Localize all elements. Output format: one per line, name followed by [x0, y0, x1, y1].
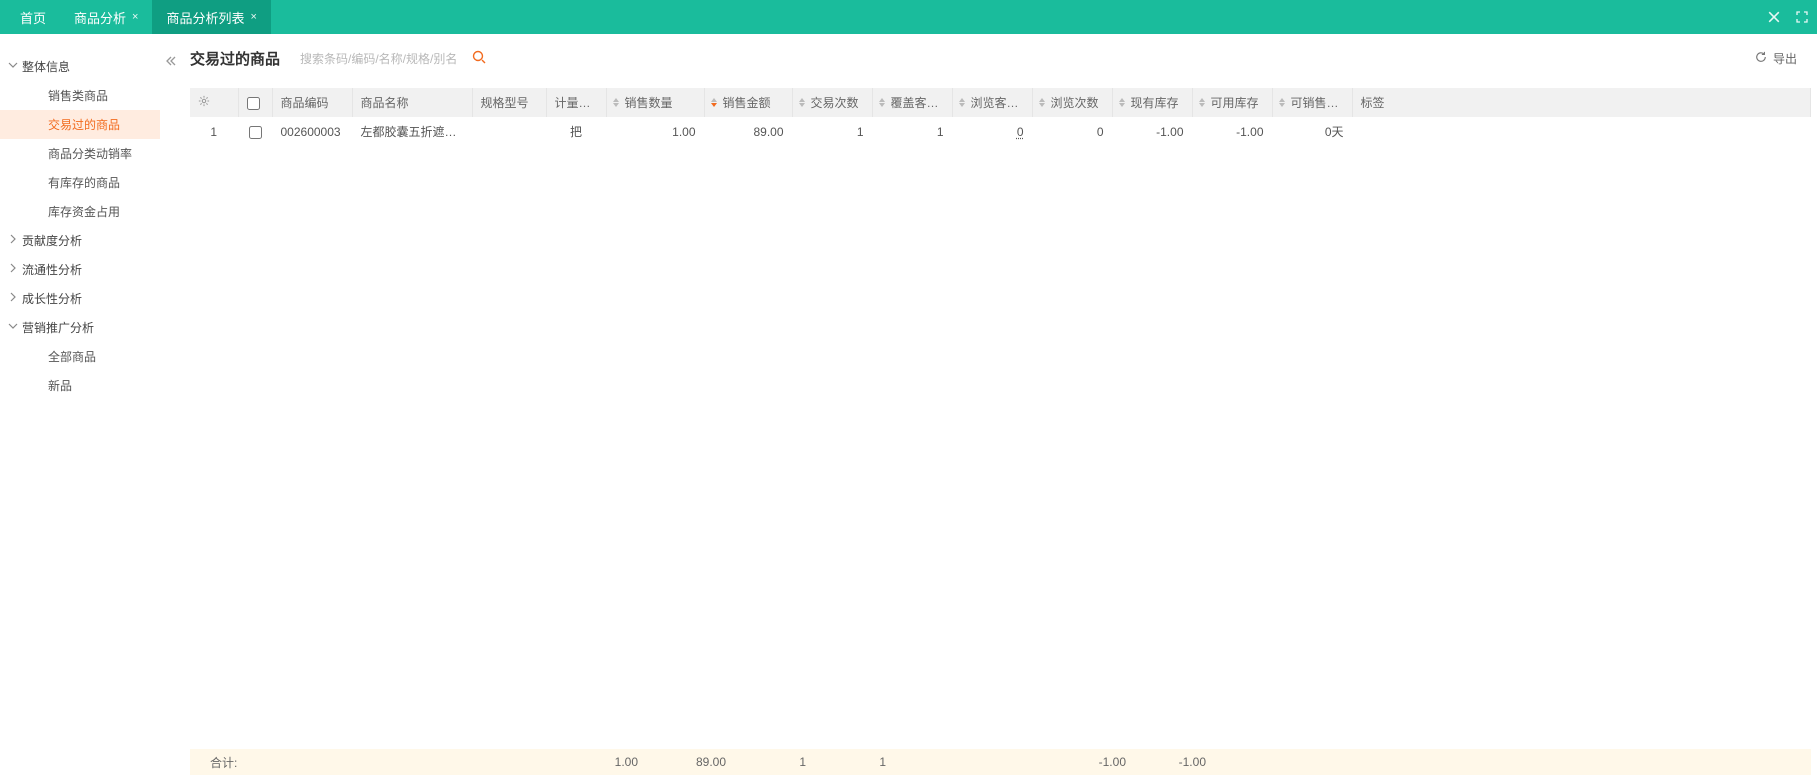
sidebar-item-sales-products[interactable]: 销售类商品 [0, 81, 160, 110]
cell-unit: 把 [546, 117, 606, 146]
cell-checkbox [238, 117, 272, 146]
tab-product-analysis-list[interactable]: 商品分析列表 × [152, 0, 270, 34]
cell-spec [472, 117, 546, 146]
cell-name: 左都胶囊五折遮阳伞防晒伞; [352, 117, 472, 146]
chevron-right-icon [8, 291, 18, 301]
cell-tags [1352, 117, 1811, 146]
totals-stock: -1.00 [1054, 755, 1134, 769]
totals-qty: 1.00 [548, 755, 646, 769]
col-stock[interactable]: 现有库存 [1112, 88, 1192, 117]
col-code[interactable]: 商品编码 [272, 88, 352, 117]
main-panel: 交易过的商品 导出 [160, 34, 1817, 781]
cell-views: 0 [1032, 117, 1112, 146]
sidebar-item-stock-funds[interactable]: 库存资金占用 [0, 197, 160, 226]
tab-product-analysis-label: 商品分析 [74, 8, 126, 27]
row-checkbox[interactable] [249, 126, 262, 139]
sidebar-group-growth-label: 成长性分析 [22, 290, 82, 307]
sidebar-item-new-products[interactable]: 新品 [0, 371, 160, 400]
select-all-checkbox[interactable] [247, 97, 260, 110]
totals-avail-stock: -1.00 [1134, 755, 1214, 769]
totals-amount: 89.00 [646, 755, 734, 769]
col-view-customers[interactable]: 浏览客户数 [952, 88, 1032, 117]
search-input[interactable] [298, 49, 468, 69]
sidebar-item-all-products[interactable]: 全部商品 [0, 342, 160, 371]
refresh-icon [1755, 51, 1767, 66]
sidebar: 整体信息 销售类商品 交易过的商品 商品分类动销率 有库存的商品 库存资金占用 … [0, 34, 160, 781]
close-icon[interactable]: × [132, 11, 138, 23]
sidebar-item-category-rate[interactable]: 商品分类动销率 [0, 139, 160, 168]
top-tab-bar: 首页 商品分析 × 商品分析列表 × [0, 0, 1817, 34]
chevron-right-icon [8, 262, 18, 272]
tab-home[interactable]: 首页 [6, 0, 60, 34]
chevron-right-icon [8, 233, 18, 243]
data-table: 商品编码 商品名称 规格型号 计量单位 销售数量 销售金额 交易次数 覆盖客户数… [190, 88, 1811, 146]
gear-icon [198, 96, 210, 110]
col-tags[interactable]: 标签 [1352, 88, 1811, 117]
col-settings[interactable] [190, 88, 238, 117]
cell-index: 1 [190, 117, 238, 146]
cell-code: 002600003 [272, 117, 352, 146]
sidebar-group-overall-label: 整体信息 [22, 58, 70, 75]
sidebar-group-growth[interactable]: 成长性分析 [0, 284, 160, 313]
col-spec[interactable]: 规格型号 [472, 88, 546, 117]
totals-trades: 1 [734, 755, 814, 769]
tab-home-label: 首页 [20, 8, 46, 27]
chevron-down-icon [8, 59, 18, 69]
cell-qty: 1.00 [606, 117, 704, 146]
col-checkbox[interactable] [238, 88, 272, 117]
sidebar-group-liquidity[interactable]: 流通性分析 [0, 255, 160, 284]
page-title: 交易过的商品 [190, 48, 280, 69]
sidebar-item-traded-products[interactable]: 交易过的商品 [0, 110, 160, 139]
col-amount[interactable]: 销售金额 [704, 88, 792, 117]
cell-amount: 89.00 [704, 117, 792, 146]
col-trades[interactable]: 交易次数 [792, 88, 872, 117]
search-icon[interactable] [472, 50, 486, 67]
cell-trades: 1 [792, 117, 872, 146]
totals-row: 合计: 1.00 89.00 1 1 -1.00 -1.00 [190, 749, 1811, 775]
sidebar-group-overall[interactable]: 整体信息 [0, 52, 160, 81]
sidebar-group-contribution[interactable]: 贡献度分析 [0, 226, 160, 255]
table-header: 商品编码 商品名称 规格型号 计量单位 销售数量 销售金额 交易次数 覆盖客户数… [190, 88, 1811, 117]
sidebar-group-marketing-label: 营销推广分析 [22, 319, 94, 336]
col-sellable-days[interactable]: 可销售天数 [1272, 88, 1352, 117]
col-avail-stock[interactable]: 可用库存 [1192, 88, 1272, 117]
export-button[interactable]: 导出 [1755, 50, 1797, 67]
sidebar-group-marketing[interactable]: 营销推广分析 [0, 313, 160, 342]
page-header: 交易过的商品 导出 [160, 34, 1817, 79]
cell-customers: 1 [872, 117, 952, 146]
col-qty[interactable]: 销售数量 [606, 88, 704, 117]
col-unit[interactable]: 计量单位 [546, 88, 606, 117]
cell-avail-stock: -1.00 [1192, 117, 1272, 146]
cell-view-customers[interactable]: 0 [952, 117, 1032, 146]
cell-stock: -1.00 [1112, 117, 1192, 146]
sidebar-group-contribution-label: 贡献度分析 [22, 232, 82, 249]
top-right-controls [1765, 0, 1811, 34]
export-label: 导出 [1773, 50, 1797, 67]
cell-sellable-days: 0天 [1272, 117, 1352, 146]
fullscreen-icon[interactable] [1793, 8, 1811, 26]
totals-label: 合计: [190, 754, 250, 771]
totals-customers: 1 [814, 755, 894, 769]
close-window-icon[interactable] [1765, 8, 1783, 26]
search-box [298, 49, 486, 69]
collapse-sidebar-button[interactable] [162, 52, 180, 70]
tab-product-analysis[interactable]: 商品分析 × [60, 0, 152, 34]
table-row[interactable]: 1 002600003 左都胶囊五折遮阳伞防晒伞; 把 1.00 89.00 1… [190, 117, 1811, 146]
col-views[interactable]: 浏览次数 [1032, 88, 1112, 117]
close-icon[interactable]: × [250, 11, 256, 23]
sidebar-item-in-stock[interactable]: 有库存的商品 [0, 168, 160, 197]
tab-product-analysis-list-label: 商品分析列表 [166, 8, 244, 27]
col-name[interactable]: 商品名称 [352, 88, 472, 117]
col-customers[interactable]: 覆盖客户数 [872, 88, 952, 117]
sidebar-group-liquidity-label: 流通性分析 [22, 261, 82, 278]
chevron-down-icon [8, 320, 18, 330]
